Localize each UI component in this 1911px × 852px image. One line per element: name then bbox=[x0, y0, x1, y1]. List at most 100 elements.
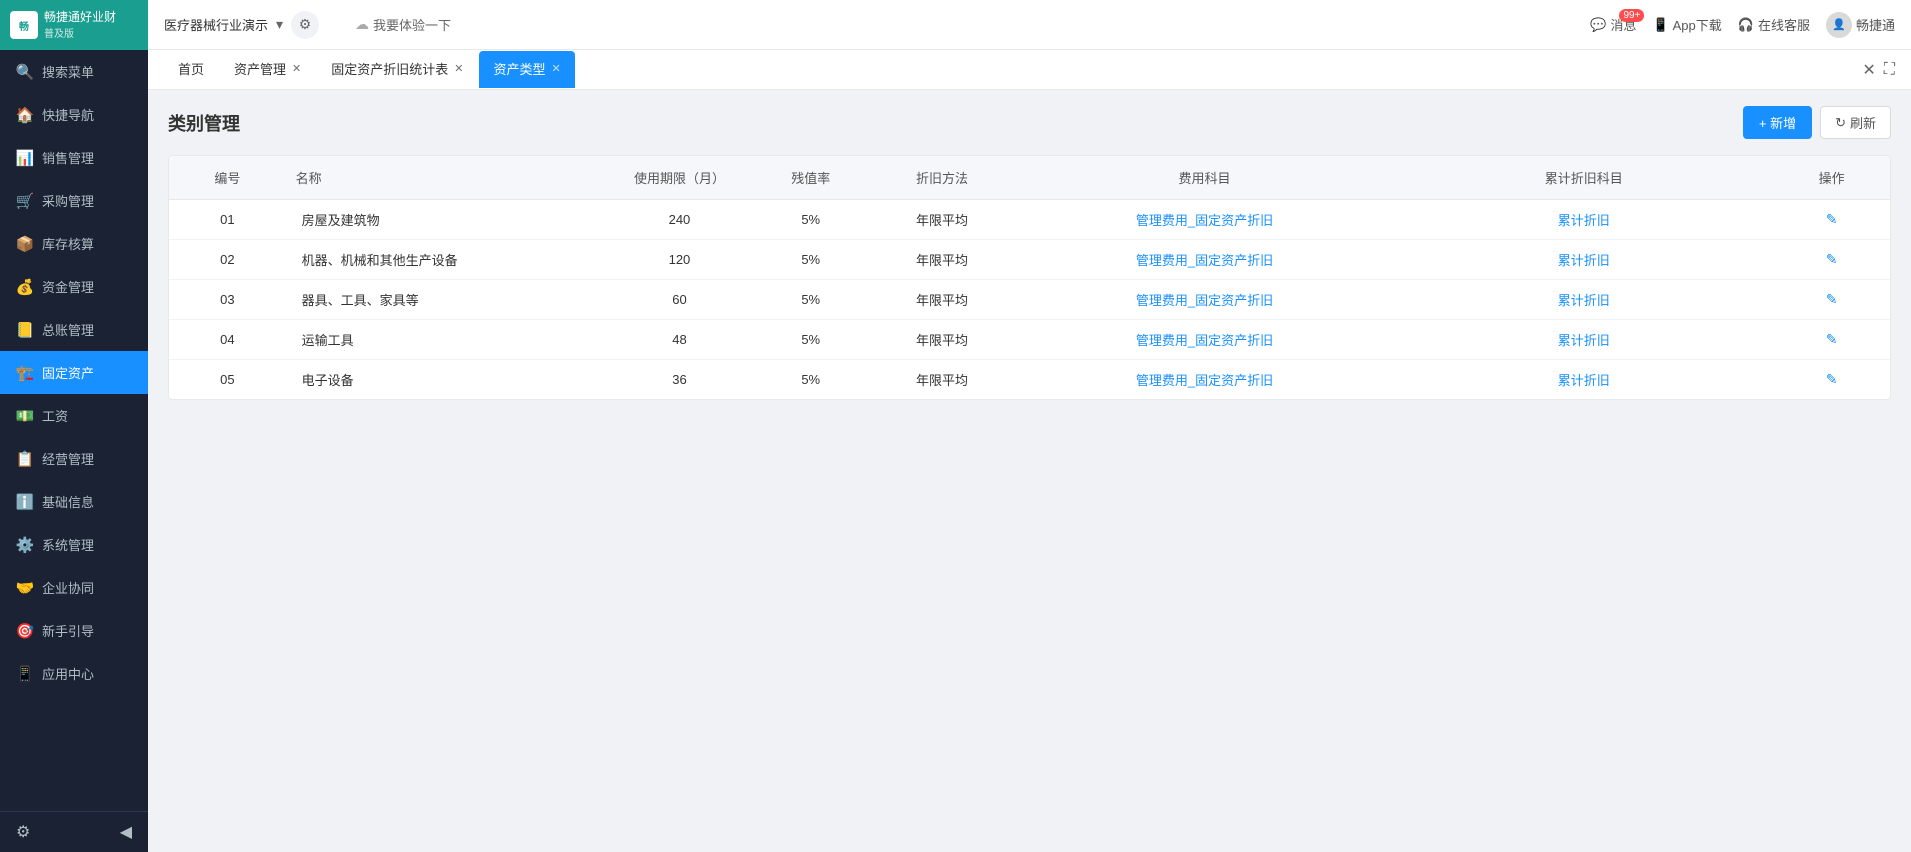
sidebar-item-finance[interactable]: 💰 资金管理 bbox=[0, 265, 148, 308]
col-header-action: 操作 bbox=[1773, 156, 1890, 200]
col-header-accum: 累计折旧科目 bbox=[1394, 156, 1773, 200]
cooperation-icon: 🤝 bbox=[16, 579, 34, 597]
sidebar-item-label: 资金管理 bbox=[42, 277, 94, 296]
cell-period: 36 bbox=[607, 360, 753, 400]
tab-home[interactable]: 首页 bbox=[164, 51, 218, 88]
sidebar-item-quicknav[interactable]: 🏠 快捷导航 bbox=[0, 93, 148, 136]
topbar-user[interactable]: 👤 畅捷通 bbox=[1826, 12, 1895, 38]
sidebar-item-label: 库存核算 bbox=[42, 234, 94, 253]
sidebar-item-cooperation[interactable]: 🤝 企业协同 bbox=[0, 566, 148, 609]
sidebar-item-basicinfo[interactable]: ℹ️ 基础信息 bbox=[0, 480, 148, 523]
logo-text: 畅捷通好业财 普及版 bbox=[44, 10, 116, 41]
sidebar-item-ledger[interactable]: 📒 总账管理 bbox=[0, 308, 148, 351]
tab-depreciation-label: 固定资产折旧统计表 bbox=[331, 59, 448, 78]
content-area: 类别管理 + 新增 ↻ 刷新 编号 名称 使用期限（月） 残值率 折旧方法 bbox=[148, 90, 1911, 852]
fixedassets-icon: 🏗️ bbox=[16, 364, 34, 382]
sidebar-item-label: 总账管理 bbox=[42, 320, 94, 339]
tab-assetmgmt[interactable]: 资产管理 ✕ bbox=[220, 51, 315, 88]
cell-period: 240 bbox=[607, 200, 753, 240]
download-icon: 📱 bbox=[1652, 17, 1668, 33]
sidebar-item-inventory[interactable]: 📦 库存核算 bbox=[0, 222, 148, 265]
company-dropdown-button[interactable]: ▾ bbox=[276, 16, 283, 33]
sysadmin-icon: ⚙️ bbox=[16, 536, 34, 554]
payroll-icon: 💵 bbox=[16, 407, 34, 425]
tab-assettype-close[interactable]: ✕ bbox=[552, 62, 561, 75]
refresh-button[interactable]: ↻ 刷新 bbox=[1820, 106, 1891, 139]
new-button[interactable]: + 新增 bbox=[1743, 106, 1812, 139]
edit-icon[interactable]: ✎ bbox=[1826, 291, 1838, 307]
cell-name: 电子设备 bbox=[286, 360, 607, 400]
cell-id: 05 bbox=[169, 360, 286, 400]
tab-close-window-button[interactable]: ✕ bbox=[1862, 60, 1875, 80]
topbar-username-label: 畅捷通 bbox=[1856, 15, 1895, 34]
main-area: 医疗器械行业演示 ▾ ⚙ ☁ 我要体验一下 💬 消息 99+ 📱 App下载 🎧… bbox=[148, 0, 1911, 852]
sidebar-item-appcenter[interactable]: 📱 应用中心 bbox=[0, 652, 148, 695]
cell-accum: 累计折旧 bbox=[1394, 280, 1773, 320]
topbar-messages[interactable]: 💬 消息 99+ bbox=[1590, 15, 1636, 34]
topbar-appdownload[interactable]: 📱 App下载 bbox=[1652, 15, 1721, 34]
tab-assetmgmt-label: 资产管理 bbox=[234, 59, 286, 78]
cell-action: ✎ bbox=[1773, 200, 1890, 240]
cell-expense: 管理费用_固定资产折旧 bbox=[1015, 200, 1394, 240]
cell-expense: 管理费用_固定资产折旧 bbox=[1015, 360, 1394, 400]
edit-icon[interactable]: ✎ bbox=[1826, 371, 1838, 387]
cloud-icon: ☁ bbox=[355, 16, 369, 33]
sidebar: 畅 畅捷通好业财 普及版 🔍 搜索菜单 🏠 快捷导航 📊 销售管理 🛒 采购管理… bbox=[0, 0, 148, 852]
sidebar-item-operations[interactable]: 📋 经营管理 bbox=[0, 437, 148, 480]
topbar-appdownload-label: App下载 bbox=[1673, 15, 1722, 34]
sidebar-item-label: 工资 bbox=[42, 406, 68, 425]
sales-icon: 📊 bbox=[16, 149, 34, 167]
sidebar-item-sales[interactable]: 📊 销售管理 bbox=[0, 136, 148, 179]
cell-period: 48 bbox=[607, 320, 753, 360]
topbar-experience-label: 我要体验一下 bbox=[373, 15, 451, 34]
tabs-actions: ✕ ⛶ bbox=[1862, 60, 1895, 80]
cell-method: 年限平均 bbox=[869, 360, 1015, 400]
ledger-icon: 📒 bbox=[16, 321, 34, 339]
cell-accum: 累计折旧 bbox=[1394, 240, 1773, 280]
tabs-bar: 首页 资产管理 ✕ 固定资产折旧统计表 ✕ 资产类型 ✕ ✕ ⛶ bbox=[148, 50, 1911, 90]
sidebar-item-payroll[interactable]: 💵 工资 bbox=[0, 394, 148, 437]
edit-icon[interactable]: ✎ bbox=[1826, 251, 1838, 267]
table-container: 编号 名称 使用期限（月） 残值率 折旧方法 费用科目 累计折旧科目 操作 01… bbox=[168, 155, 1891, 400]
tab-depreciation-close[interactable]: ✕ bbox=[454, 62, 463, 75]
topbar-support-label: 在线客服 bbox=[1758, 15, 1810, 34]
sidebar-item-guide[interactable]: 🎯 新手引导 bbox=[0, 609, 148, 652]
edit-icon[interactable]: ✎ bbox=[1826, 331, 1838, 347]
cell-name: 机器、机械和其他生产设备 bbox=[286, 240, 607, 280]
sidebar-item-label: 企业协同 bbox=[42, 578, 94, 597]
cell-id: 03 bbox=[169, 280, 286, 320]
tab-expand-button[interactable]: ⛶ bbox=[1884, 60, 1895, 80]
sidebar-item-fixedassets[interactable]: 🏗️ 固定资产 bbox=[0, 351, 148, 394]
search-icon: 🔍 bbox=[16, 63, 34, 81]
finance-icon: 💰 bbox=[16, 278, 34, 296]
table-row: 02 机器、机械和其他生产设备 120 5% 年限平均 管理费用_固定资产折旧 … bbox=[169, 240, 1890, 280]
sidebar-item-search[interactable]: 🔍 搜索菜单 bbox=[0, 50, 148, 93]
topbar-settings-button[interactable]: ⚙ bbox=[291, 11, 319, 39]
sidebar-item-sysadmin[interactable]: ⚙️ 系统管理 bbox=[0, 523, 148, 566]
table-row: 04 运输工具 48 5% 年限平均 管理费用_固定资产折旧 累计折旧 ✎ bbox=[169, 320, 1890, 360]
cell-action: ✎ bbox=[1773, 360, 1890, 400]
tab-assetmgmt-close[interactable]: ✕ bbox=[292, 62, 301, 75]
home-icon: 🏠 bbox=[16, 106, 34, 124]
cell-id: 01 bbox=[169, 200, 286, 240]
sidebar-item-label: 销售管理 bbox=[42, 148, 94, 167]
sidebar-toggle-icon[interactable]: ◀ bbox=[120, 822, 132, 842]
cell-accum: 累计折旧 bbox=[1394, 360, 1773, 400]
cell-period: 120 bbox=[607, 240, 753, 280]
tab-assettype[interactable]: 资产类型 ✕ bbox=[479, 51, 574, 88]
user-avatar: 👤 bbox=[1826, 12, 1852, 38]
page-title: 类别管理 bbox=[168, 110, 240, 136]
refresh-icon: ↻ bbox=[1835, 115, 1846, 131]
sidebar-settings-icon[interactable]: ⚙ bbox=[16, 822, 30, 842]
refresh-label: 刷新 bbox=[1850, 113, 1876, 132]
edit-icon[interactable]: ✎ bbox=[1826, 211, 1838, 227]
table-row: 05 电子设备 36 5% 年限平均 管理费用_固定资产折旧 累计折旧 ✎ bbox=[169, 360, 1890, 400]
sidebar-item-purchase[interactable]: 🛒 采购管理 bbox=[0, 179, 148, 222]
table-row: 01 房屋及建筑物 240 5% 年限平均 管理费用_固定资产折旧 累计折旧 ✎ bbox=[169, 200, 1890, 240]
cell-rate: 5% bbox=[752, 200, 869, 240]
cell-accum: 累计折旧 bbox=[1394, 320, 1773, 360]
topbar-support[interactable]: 🎧 在线客服 bbox=[1738, 15, 1810, 34]
topbar-experience[interactable]: ☁ 我要体验一下 bbox=[355, 15, 451, 34]
sidebar-logo: 畅 畅捷通好业财 普及版 bbox=[0, 0, 148, 50]
tab-depreciation[interactable]: 固定资产折旧统计表 ✕ bbox=[317, 51, 477, 88]
